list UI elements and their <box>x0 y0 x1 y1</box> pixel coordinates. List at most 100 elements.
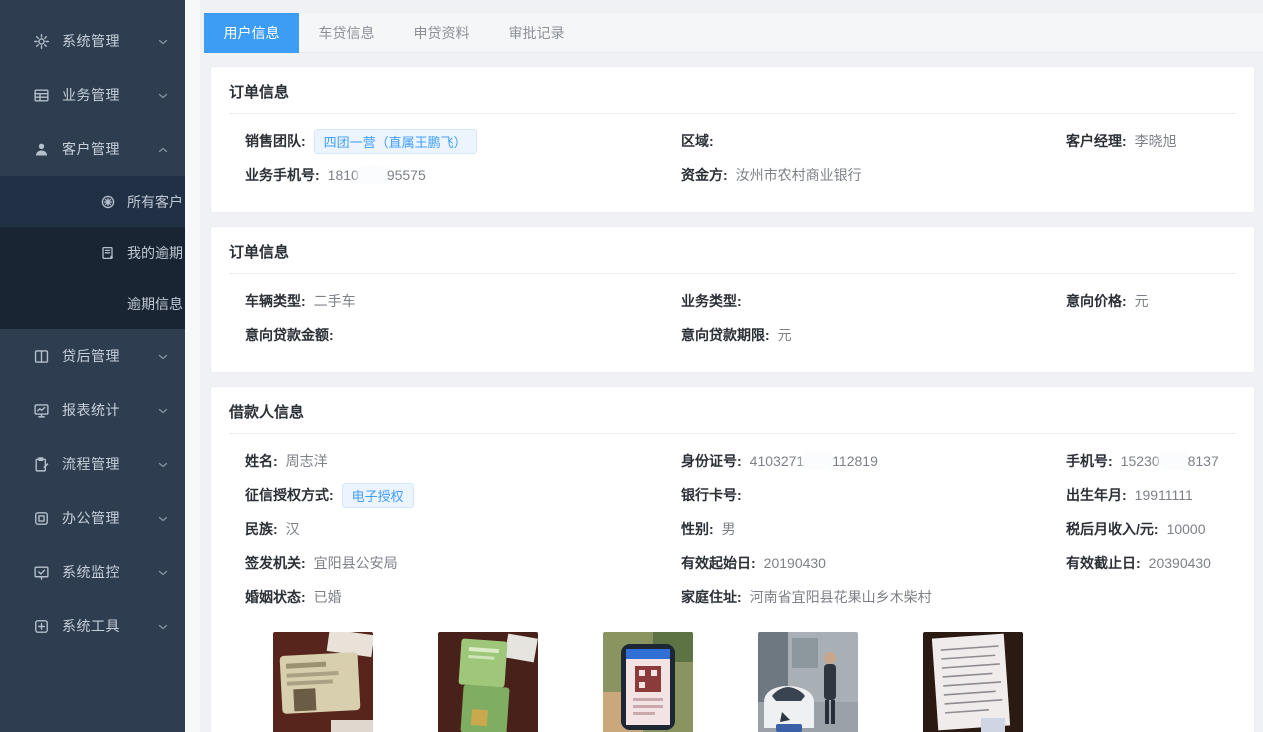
field-value: 152308137 <box>1121 453 1219 469</box>
main-content: 用户信息 车贷信息 申贷资料 审批记录 订单信息 销售团队: 四团一营（直属王鹏… <box>200 0 1263 732</box>
field-label: 民族: <box>245 519 278 539</box>
field-label: 有效截止日: <box>1066 553 1141 573</box>
field-sales-team: 销售团队: 四团一营（直属王鹏飞） <box>245 129 681 154</box>
field-home-address: 家庭住址: 河南省宜阳县花果山乡木柴村 <box>681 587 1066 607</box>
tab-user-info[interactable]: 用户信息 <box>204 13 299 53</box>
sidebar-item-customer-mgmt[interactable]: 客户管理 <box>0 122 185 176</box>
redaction-blur <box>360 168 386 181</box>
field-marital-status: 婚姻状态: 已婚 <box>245 587 681 607</box>
field-value: 181095575 <box>328 167 426 183</box>
qr-phone-photo-thumbnail <box>603 632 693 732</box>
user-icon <box>33 141 50 158</box>
field-intent-price: 意向价格: 元 <box>1066 291 1234 311</box>
photo-person-with-car[interactable]: 人车合影 <box>758 632 858 732</box>
field-label: 资金方: <box>681 165 728 185</box>
field-value: 已婚 <box>314 587 342 607</box>
field-value: 河南省宜阳县花果山乡木柴村 <box>750 587 932 607</box>
photo-auth-qr-code[interactable]: 授权码拍照 <box>603 632 693 732</box>
chevron-down-icon <box>157 620 169 632</box>
sidebar-item-office-mgmt[interactable]: 办公管理 <box>0 491 185 545</box>
tab-loan-application-docs[interactable]: 申贷资料 <box>394 13 489 53</box>
sales-team-tag: 四团一营（直属王鹏飞） <box>314 129 477 154</box>
chevron-down-icon <box>157 512 169 524</box>
chevron-up-icon <box>157 143 169 155</box>
field-vehicle-type: 车辆类型: 二手车 <box>245 291 681 311</box>
field-gender: 性别: 男 <box>681 519 1066 539</box>
sidebar-item-overdue-info[interactable]: 逾期信息 <box>0 278 185 329</box>
redaction-blur <box>805 454 831 467</box>
field-label: 车辆类型: <box>245 291 306 311</box>
photo-drivers-license[interactable]: 驾驶证原件 <box>438 632 538 732</box>
field-value: 20390430 <box>1149 555 1211 571</box>
gear-icon <box>33 33 50 50</box>
sidebar-gutter <box>185 0 200 732</box>
sidebar-item-process-mgmt[interactable]: 流程管理 <box>0 437 185 491</box>
sidebar-item-postloan-mgmt[interactable]: 贷后管理 <box>0 329 185 383</box>
tab-car-loan-info[interactable]: 车贷信息 <box>299 13 394 53</box>
chevron-down-icon <box>157 35 169 47</box>
sidebar-item-system-mgmt[interactable]: 系统管理 <box>0 14 185 68</box>
field-loan-amount: 意向贷款金额: <box>245 325 681 345</box>
field-label: 意向贷款金额: <box>245 325 334 345</box>
field-valid-from: 有效起始日: 20190430 <box>681 553 1066 573</box>
field-funder: 资金方: 汝州市农村商业银行 <box>681 165 1066 185</box>
field-label: 手机号: <box>1066 451 1113 471</box>
field-value: 元 <box>1135 291 1149 311</box>
sidebar-item-label: 客户管理 <box>62 139 157 159</box>
field-label: 婚姻状态: <box>245 587 306 607</box>
field-label: 征信授权方式: <box>245 485 334 505</box>
redaction-blur <box>1161 454 1187 467</box>
field-label: 身份证号: <box>681 451 742 471</box>
field-value: 20190430 <box>764 555 826 571</box>
chevron-down-icon <box>157 404 169 416</box>
field-id-number: 身份证号: 4103271112819 <box>681 451 1066 471</box>
field-label: 客户经理: <box>1066 131 1127 151</box>
sidebar-item-label: 流程管理 <box>62 454 157 474</box>
section-title: 借款人信息 <box>229 387 1236 434</box>
sidebar-item-label: 我的逾期 <box>127 243 183 263</box>
chevron-down-icon <box>157 89 169 101</box>
field-value: 4103271112819 <box>750 453 878 469</box>
field-mobile: 手机号: 152308137 <box>1066 451 1234 471</box>
sidebar-item-business-mgmt[interactable]: 业务管理 <box>0 68 185 122</box>
order-info-card-1: 订单信息 销售团队: 四团一营（直属王鹏飞） 区域: 客户经理: 李晓旭 <box>210 66 1255 213</box>
field-value: 二手车 <box>314 291 356 311</box>
monitor-chart-icon <box>33 402 50 419</box>
field-value: 男 <box>722 519 736 539</box>
section-title: 订单信息 <box>229 67 1236 114</box>
chevron-down-icon <box>157 566 169 578</box>
id-card-photo-thumbnail <box>273 632 373 732</box>
field-value: 19911111 <box>1135 487 1193 503</box>
field-issuing-authority: 签发机关: 宜阳县公安局 <box>245 553 681 573</box>
field-label: 银行卡号: <box>681 485 742 505</box>
field-label: 税后月收入/元: <box>1066 519 1159 539</box>
double-square-icon <box>33 510 50 527</box>
clipboard-pen-icon <box>33 456 50 473</box>
field-bank-card: 银行卡号: <box>681 485 1066 505</box>
sidebar-item-system-monitor[interactable]: 系统监控 <box>0 545 185 599</box>
sidebar-item-label: 业务管理 <box>62 85 157 105</box>
sidebar-item-report-stats[interactable]: 报表统计 <box>0 383 185 437</box>
sidebar-item-label: 逾期信息 <box>127 294 183 314</box>
box-plus-icon <box>33 618 50 635</box>
field-label: 家庭住址: <box>681 587 742 607</box>
field-business-type: 业务类型: <box>681 291 1066 311</box>
sidebar-item-label: 贷后管理 <box>62 346 157 366</box>
credit-auth-tag: 电子授权 <box>342 483 414 508</box>
sidebar-item-my-overdue[interactable]: 我的逾期 <box>0 227 185 278</box>
sidebar-item-system-tools[interactable]: 系统工具 <box>0 599 185 653</box>
grid-icon <box>33 87 50 104</box>
photo-handwritten-certificate[interactable]: 村委证明材料 <box>923 632 1023 732</box>
tab-approval-records[interactable]: 审批记录 <box>489 13 584 53</box>
sidebar-item-label: 办公管理 <box>62 508 157 528</box>
field-value: 周志洋 <box>286 451 328 471</box>
sidebar-item-all-customers[interactable]: 所有客户 <box>0 176 185 227</box>
app-window: 系统管理 业务管理 客户管理 所有客户 <box>0 0 1263 732</box>
field-value: 10000 <box>1167 521 1206 537</box>
field-name: 姓名: 周志洋 <box>245 451 681 471</box>
monitor-check-icon <box>33 564 50 581</box>
photo-id-card-portrait[interactable]: 人像面 <box>273 632 373 732</box>
sidebar-item-label: 系统监控 <box>62 562 157 582</box>
notebook-icon <box>100 245 116 261</box>
handwritten-doc-photo-thumbnail <box>923 632 1023 732</box>
